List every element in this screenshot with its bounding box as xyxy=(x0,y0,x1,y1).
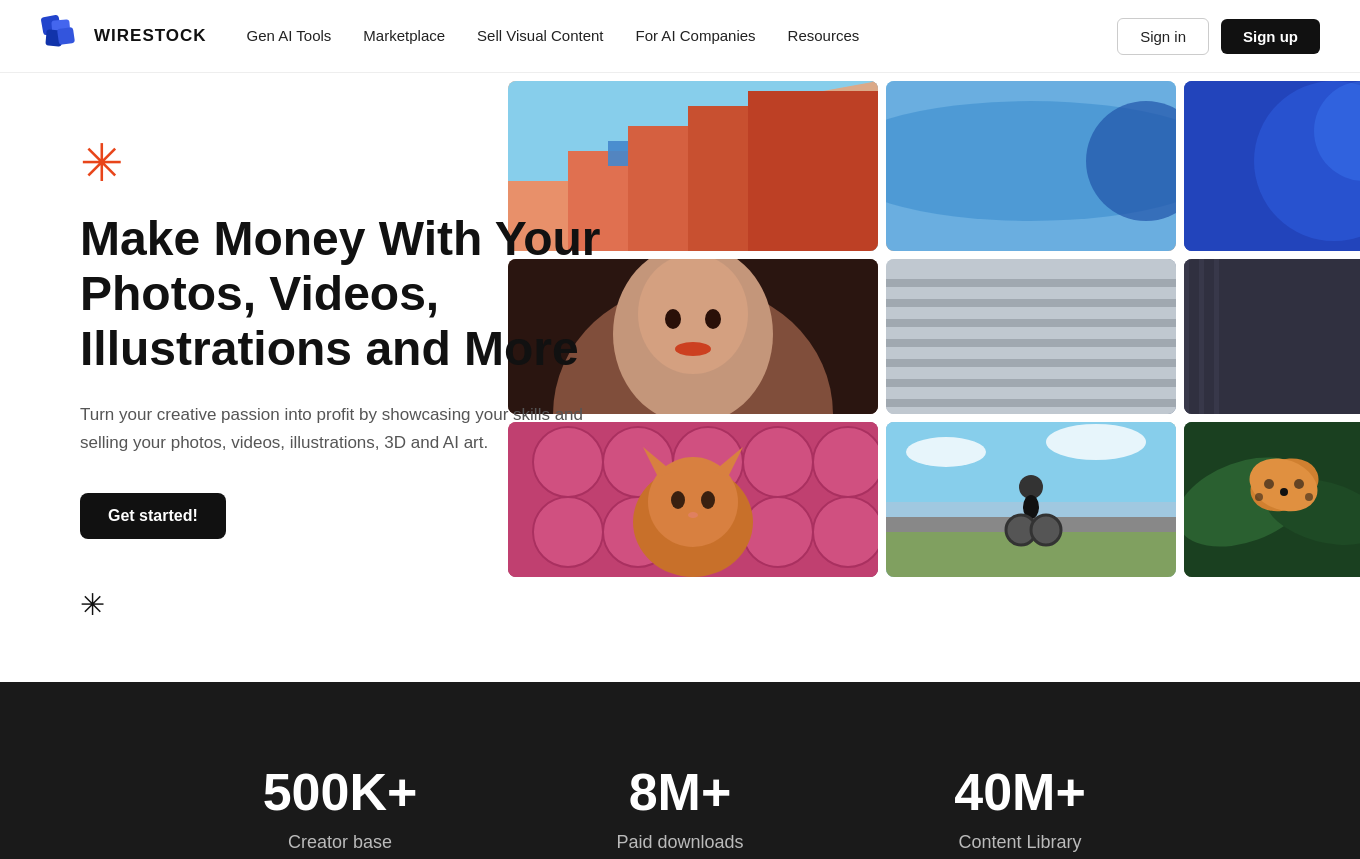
hero-title: Make Money With Your Photos, Videos, Ill… xyxy=(80,211,620,377)
photo-cell-abstract xyxy=(886,81,1176,251)
cta-button[interactable]: Get started! xyxy=(80,493,226,539)
photo-cell-dark xyxy=(1184,259,1360,414)
stat-creator-base: 500K+ Creator base xyxy=(170,742,510,859)
svg-point-59 xyxy=(906,437,986,467)
svg-point-70 xyxy=(1280,488,1288,496)
svg-point-41 xyxy=(743,427,813,497)
nav-item-ai-companies[interactable]: For AI Companies xyxy=(636,27,756,44)
navbar-left: WIRESTOCK Gen AI Tools Marketplace Sell … xyxy=(40,14,859,58)
svg-point-46 xyxy=(743,497,813,567)
stat-number-creators: 500K+ xyxy=(210,762,470,822)
svg-rect-31 xyxy=(886,379,1176,387)
svg-rect-26 xyxy=(886,279,1176,287)
svg-point-53 xyxy=(701,491,715,509)
svg-rect-30 xyxy=(886,359,1176,367)
nav-links: Gen AI Tools Marketplace Sell Visual Con… xyxy=(247,27,860,45)
svg-point-54 xyxy=(688,512,698,518)
nav-item-genai[interactable]: Gen AI Tools xyxy=(247,27,332,44)
svg-rect-32 xyxy=(886,399,1176,407)
svg-point-23 xyxy=(705,309,721,329)
svg-rect-33 xyxy=(1184,259,1360,414)
hero-subtitle: Turn your creative passion into profit b… xyxy=(80,401,620,457)
svg-point-60 xyxy=(1046,424,1146,460)
svg-rect-35 xyxy=(1199,259,1204,414)
svg-point-71 xyxy=(1264,479,1274,489)
stat-paid-downloads: 8M+ Paid downloads xyxy=(510,742,850,859)
svg-point-42 xyxy=(813,427,878,497)
stats-section: 500K+ Creator base 8M+ Paid downloads 40… xyxy=(0,682,1360,859)
svg-rect-36 xyxy=(1214,259,1219,414)
svg-point-74 xyxy=(1305,493,1313,501)
signup-button[interactable]: Sign up xyxy=(1221,19,1320,54)
hero-section: ✳ Make Money With Your Photos, Videos, I… xyxy=(0,73,1360,682)
photo-cell-building xyxy=(886,259,1176,414)
svg-point-47 xyxy=(813,497,878,567)
logo-link[interactable]: WIRESTOCK xyxy=(40,14,207,58)
stat-label-downloads: Paid downloads xyxy=(550,832,810,853)
logo-wordmark: WIRESTOCK xyxy=(94,26,207,46)
photo-cell-blue xyxy=(1184,81,1360,251)
photo-cell-cyclist xyxy=(886,422,1176,577)
signin-button[interactable]: Sign in xyxy=(1117,18,1209,55)
nav-item-resources[interactable]: Resources xyxy=(788,27,860,44)
asterisk-icon: ✳ xyxy=(80,587,620,622)
logo-icon xyxy=(40,14,84,58)
stat-label-creators: Creator base xyxy=(210,832,470,853)
starburst-icon: ✳ xyxy=(80,133,620,193)
svg-rect-27 xyxy=(886,299,1176,307)
svg-point-72 xyxy=(1294,479,1304,489)
nav-item-sell[interactable]: Sell Visual Content xyxy=(477,27,603,44)
nav-item-marketplace[interactable]: Marketplace xyxy=(363,27,445,44)
photo-cell-butterfly xyxy=(1184,422,1360,577)
hero-content: ✳ Make Money With Your Photos, Videos, I… xyxy=(0,73,680,682)
svg-rect-28 xyxy=(886,319,1176,327)
svg-point-24 xyxy=(675,342,711,356)
svg-rect-29 xyxy=(886,339,1176,347)
stat-content-library: 40M+ Content Library xyxy=(850,742,1190,859)
stat-number-library: 40M+ xyxy=(890,762,1150,822)
stat-number-downloads: 8M+ xyxy=(550,762,810,822)
svg-rect-3 xyxy=(57,27,75,45)
svg-point-64 xyxy=(1031,515,1061,545)
navbar-right: Sign in Sign up xyxy=(1117,18,1320,55)
navbar: WIRESTOCK Gen AI Tools Marketplace Sell … xyxy=(0,0,1360,73)
svg-point-73 xyxy=(1255,493,1263,501)
svg-rect-34 xyxy=(1184,259,1189,414)
svg-rect-10 xyxy=(748,91,878,251)
stat-label-library: Content Library xyxy=(890,832,1150,853)
